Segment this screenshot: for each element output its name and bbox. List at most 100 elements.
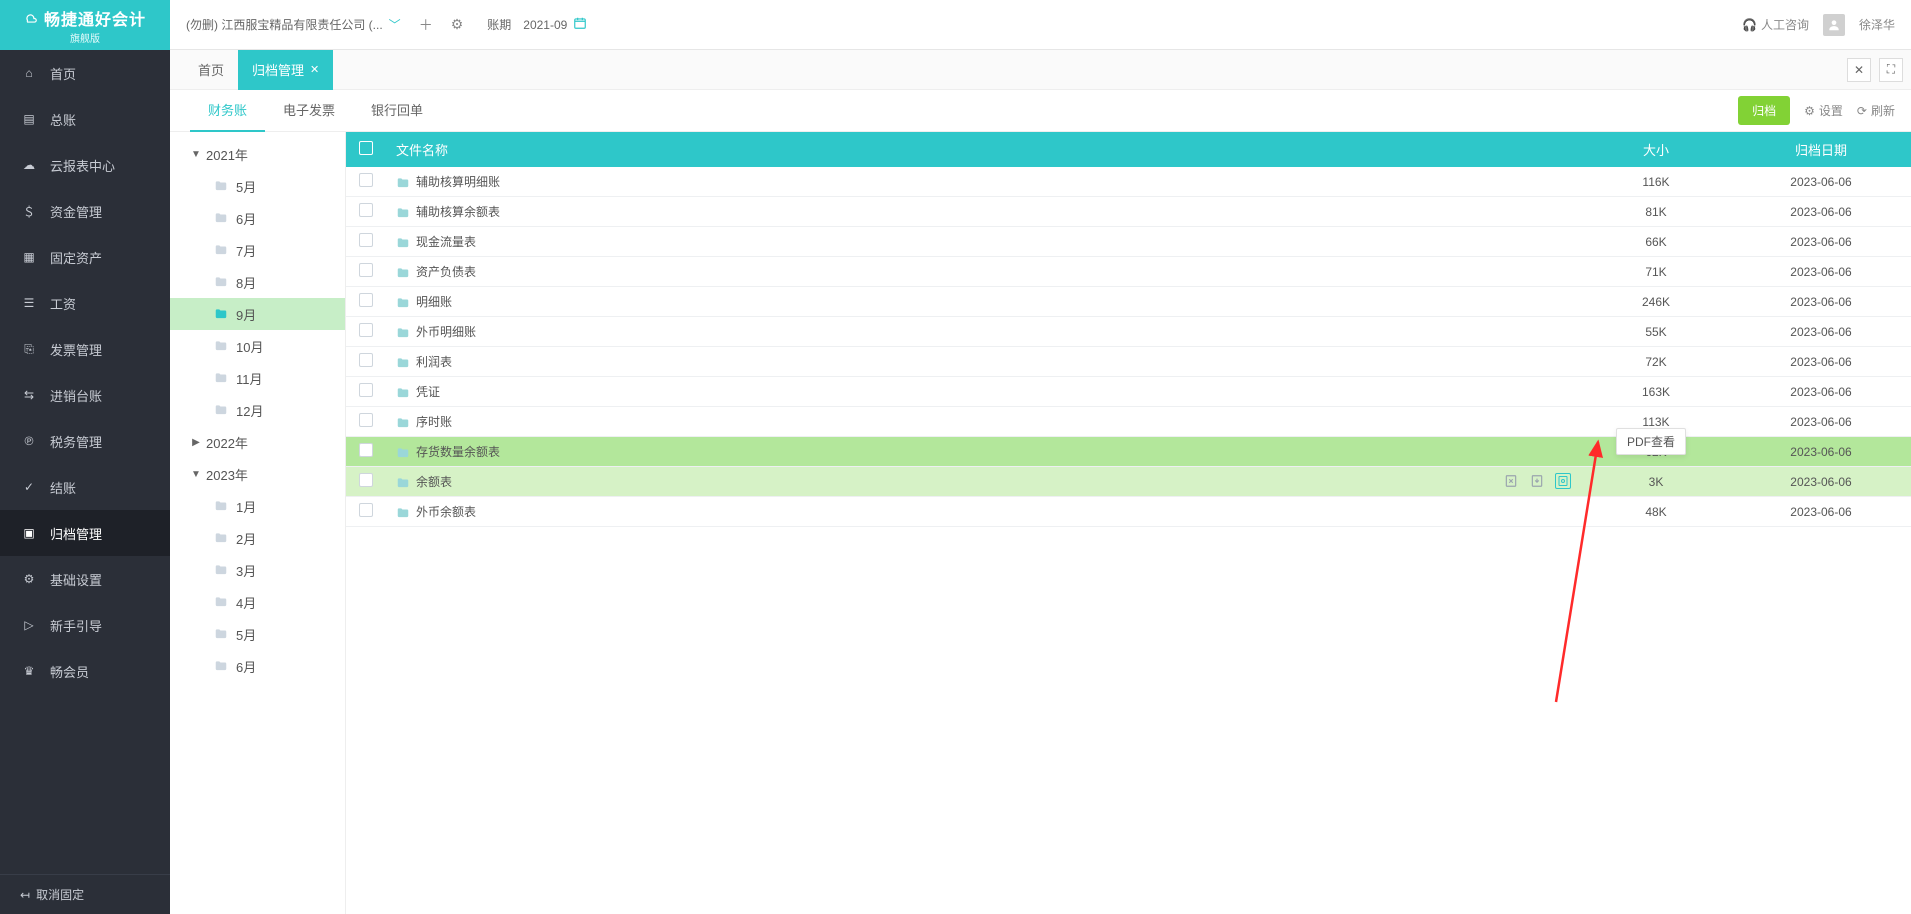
folder-icon: [396, 356, 410, 370]
tree-month[interactable]: 2月: [170, 522, 345, 554]
tree-month-label: 3月: [236, 561, 256, 580]
pdf-download-icon[interactable]: [1529, 473, 1545, 489]
tree-month[interactable]: 5月: [170, 170, 345, 202]
tree-month[interactable]: 10月: [170, 330, 345, 362]
sidebar-unpin[interactable]: ↤ 取消固定: [0, 874, 170, 914]
table-row[interactable]: 现金流量表66K2023-06-06: [346, 227, 1911, 257]
row-checkbox[interactable]: [359, 233, 373, 247]
row-checkbox[interactable]: [359, 173, 373, 187]
file-date: 2023-06-06: [1731, 317, 1911, 347]
table-row[interactable]: 凭证163K2023-06-06: [346, 377, 1911, 407]
nav-item-tax[interactable]: ℗税务管理: [0, 418, 170, 464]
table-row[interactable]: 辅助核算明细账116K2023-06-06: [346, 167, 1911, 197]
tree-month-label: 4月: [236, 593, 256, 612]
row-checkbox[interactable]: [359, 203, 373, 217]
nav-item-invoice[interactable]: ⎘发票管理: [0, 326, 170, 372]
refresh-label: 刷新: [1871, 102, 1895, 119]
nav-item-fund[interactable]: ＄资金管理: [0, 188, 170, 234]
nav-item-cloud-report[interactable]: ☁云报表中心: [0, 142, 170, 188]
nav-list: ⌂首页▤总账☁云报表中心＄资金管理▦固定资产☰工资⎘发票管理⇆进销台账℗税务管理…: [0, 50, 170, 874]
fullscreen-icon[interactable]: ⛶: [1879, 58, 1903, 82]
tree-year[interactable]: ▼2021年: [170, 138, 345, 170]
avatar[interactable]: [1823, 14, 1845, 36]
add-icon[interactable]: ＋: [419, 15, 433, 35]
tree-month[interactable]: 6月: [170, 202, 345, 234]
row-checkbox[interactable]: [359, 383, 373, 397]
row-checkbox[interactable]: [359, 263, 373, 277]
archive-icon: ▣: [20, 524, 38, 542]
row-checkbox[interactable]: [359, 503, 373, 517]
table-row[interactable]: 余额表3K2023-06-06: [346, 467, 1911, 497]
folder-icon: [214, 243, 228, 257]
pdf-view-icon[interactable]: [1555, 473, 1571, 489]
subtab-finance[interactable]: 财务账: [190, 90, 265, 132]
close-period-icon: ✓: [20, 478, 38, 496]
tree-month[interactable]: 3月: [170, 554, 345, 586]
settings-link[interactable]: ⚙设置: [1804, 102, 1843, 119]
archive-button[interactable]: 归档: [1738, 96, 1790, 125]
nav-item-home[interactable]: ⌂首页: [0, 50, 170, 96]
tree-year[interactable]: ▶2022年: [170, 426, 345, 458]
tab-close-icon[interactable]: ✕: [310, 63, 319, 76]
subtab-einvoice[interactable]: 电子发票: [265, 90, 353, 132]
nav-item-ledger[interactable]: ▤总账: [0, 96, 170, 142]
nav-label: 畅会员: [50, 662, 89, 681]
excel-download-icon[interactable]: [1503, 473, 1519, 489]
nav-label: 结账: [50, 478, 76, 497]
nav-item-settings[interactable]: ⚙基础设置: [0, 556, 170, 602]
nav-item-guide[interactable]: ▷新手引导: [0, 602, 170, 648]
tree-month[interactable]: 1月: [170, 490, 345, 522]
tab-home[interactable]: 首页: [184, 50, 238, 90]
refresh-link[interactable]: ⟳刷新: [1857, 102, 1895, 119]
consult-link[interactable]: 🎧 人工咨询: [1742, 16, 1809, 33]
tree-month[interactable]: 8月: [170, 266, 345, 298]
folder-icon: [396, 206, 410, 220]
calendar-icon[interactable]: [573, 16, 587, 33]
row-checkbox[interactable]: [359, 473, 373, 487]
table-row[interactable]: 明细账246K2023-06-06: [346, 287, 1911, 317]
folder-icon: [396, 386, 410, 400]
gear-icon[interactable]: ⚙: [451, 16, 464, 33]
nav-item-salary[interactable]: ☰工资: [0, 280, 170, 326]
tree-month[interactable]: 5月: [170, 618, 345, 650]
tabstrip: 首页 归档管理 ✕ ✕ ⛶: [170, 50, 1911, 90]
user-name[interactable]: 徐泽华: [1859, 16, 1895, 33]
row-checkbox[interactable]: [359, 413, 373, 427]
select-all-checkbox[interactable]: [359, 141, 373, 155]
row-checkbox[interactable]: [359, 293, 373, 307]
tree-month-label: 7月: [236, 241, 256, 260]
row-checkbox[interactable]: [359, 443, 373, 457]
tab-close-all-icon[interactable]: ✕: [1847, 58, 1871, 82]
nav-item-member[interactable]: ♛畅会员: [0, 648, 170, 694]
tree-month[interactable]: 9月: [170, 298, 345, 330]
folder-icon: [214, 371, 228, 385]
table-row[interactable]: 辅助核算余额表81K2023-06-06: [346, 197, 1911, 227]
table-row[interactable]: 利润表72K2023-06-06: [346, 347, 1911, 377]
row-checkbox[interactable]: [359, 323, 373, 337]
file-name: 存货数量余额表: [416, 445, 500, 459]
nav-item-close-period[interactable]: ✓ 结账: [0, 464, 170, 510]
nav-item-inout[interactable]: ⇆进销台账: [0, 372, 170, 418]
table-row[interactable]: 外币明细账55K2023-06-06: [346, 317, 1911, 347]
company-dropdown-icon[interactable]: ﹀: [389, 16, 401, 33]
tree-month[interactable]: 12月: [170, 394, 345, 426]
table-row[interactable]: 外币余额表48K2023-06-06: [346, 497, 1911, 527]
table-row[interactable]: 资产负债表71K2023-06-06: [346, 257, 1911, 287]
subtab-bank[interactable]: 银行回单: [353, 90, 441, 132]
tree-month-label: 5月: [236, 625, 256, 644]
tree-month[interactable]: 7月: [170, 234, 345, 266]
tab-archive-label: 归档管理: [252, 60, 304, 79]
file-date: 2023-06-06: [1731, 467, 1911, 497]
tree-year[interactable]: ▼2023年: [170, 458, 345, 490]
tree-month[interactable]: 11月: [170, 362, 345, 394]
tree-month[interactable]: 4月: [170, 586, 345, 618]
nav-label: 归档管理: [50, 524, 102, 543]
row-checkbox[interactable]: [359, 353, 373, 367]
col-name: 文件名称: [386, 132, 1581, 167]
folder-icon: [396, 326, 410, 340]
tab-archive[interactable]: 归档管理 ✕: [238, 50, 333, 90]
tree-month[interactable]: 6月: [170, 650, 345, 682]
subtab-einvoice-label: 电子发票: [283, 100, 335, 119]
nav-item-asset[interactable]: ▦固定资产: [0, 234, 170, 280]
nav-item-archive[interactable]: ▣ 归档管理: [0, 510, 170, 556]
